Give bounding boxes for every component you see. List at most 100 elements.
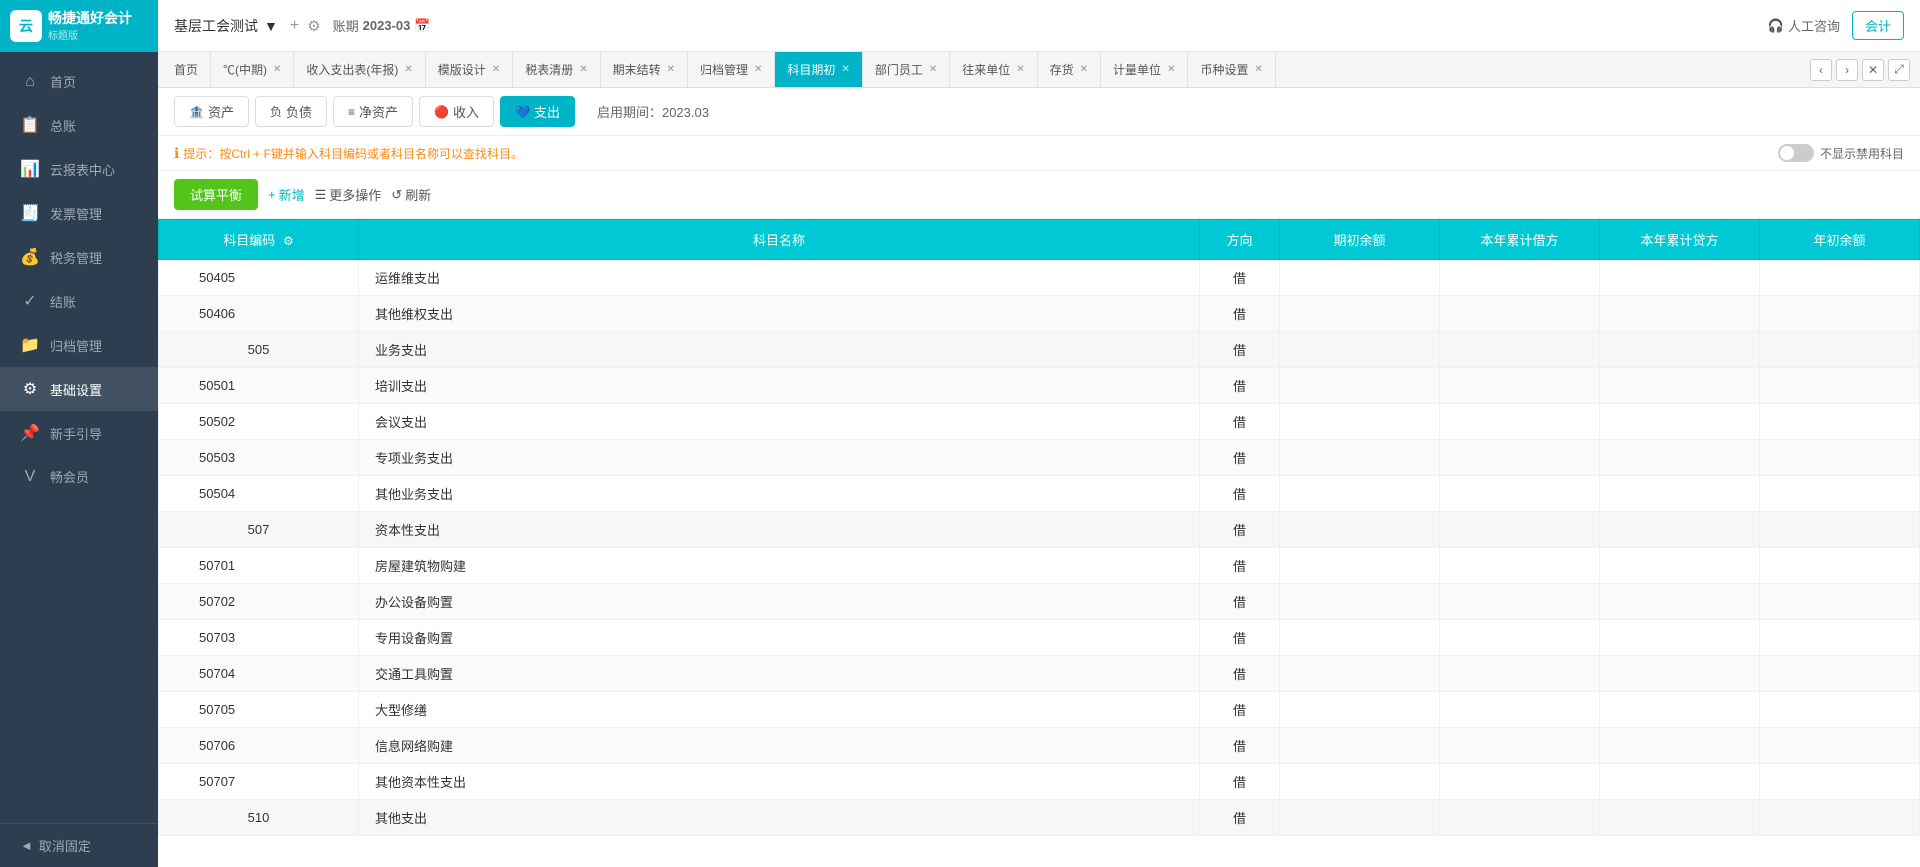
tab-next-btn[interactable]: › [1836, 59, 1858, 81]
table-row[interactable]: 50504其他业务支出借 [159, 476, 1920, 512]
sidebar-nav: ⌂首页📋总账📊云报表中心🧾发票管理💰税务管理✓结账📁归档管理⚙基础设置📌新手引导… [0, 52, 158, 823]
filter-tab-liability[interactable]: 负负债 [255, 96, 327, 127]
tab-dept[interactable]: 部门员工✕ [863, 52, 950, 88]
sidebar-item-guide[interactable]: 📌新手引导 [0, 411, 158, 455]
add-project-btn[interactable]: + [290, 17, 299, 35]
tab-currency[interactable]: 币种设置✕ [1188, 52, 1275, 88]
cell-name: 办公设备购置 [359, 584, 1200, 620]
table-row[interactable]: 50502会议支出借 [159, 404, 1920, 440]
th-col-3: 期初余额 [1280, 220, 1440, 260]
cell-name: 其他维权支出 [359, 296, 1200, 332]
tab-close-period[interactable]: ✕ [273, 64, 281, 75]
sidebar-item-archive[interactable]: 📁归档管理 [0, 323, 158, 367]
project-selector[interactable]: 基层工会测试 ▼ [174, 16, 278, 36]
table-row[interactable]: 50701房屋建筑物购建借 [159, 548, 1920, 584]
sidebar-item-tax[interactable]: 💰税务管理 [0, 235, 158, 279]
tab-home[interactable]: 首页 [162, 52, 211, 88]
tab-income[interactable]: 收入支出表(年报)✕ [294, 52, 425, 88]
tab-close-measure[interactable]: ✕ [1167, 64, 1175, 75]
tab-period[interactable]: ℃(中期)✕ [211, 52, 294, 88]
tab-label-measure: 计量单位 [1113, 61, 1161, 78]
table-row[interactable]: 510其他支出借 [159, 800, 1920, 836]
hint-icon: ℹ [174, 145, 179, 162]
table-row[interactable]: 505业务支出借 [159, 332, 1920, 368]
sidebar-item-settings[interactable]: ⚙基础设置 [0, 367, 158, 411]
sidebar-item-reports[interactable]: 📊云报表中心 [0, 147, 158, 191]
tab-subject[interactable]: 科目期初✕ [775, 52, 862, 88]
calendar-icon[interactable]: 📅 [414, 18, 430, 34]
cell-opening-balance [1280, 476, 1440, 512]
cell-code: 50704 [159, 656, 359, 692]
sidebar-item-settlement[interactable]: ✓结账 [0, 279, 158, 323]
cell-year-balance [1760, 260, 1920, 296]
tab-units[interactable]: 往来单位 ✕ [950, 52, 1037, 88]
tab-template[interactable]: 模版设计✕ [426, 52, 513, 88]
table-row[interactable]: 50706信息网络购建借 [159, 728, 1920, 764]
tab-close-template[interactable]: ✕ [492, 64, 500, 75]
logo-sub: 标题版 [48, 27, 132, 42]
cell-opening-balance [1280, 620, 1440, 656]
col-settings-icon[interactable]: ⚙ [283, 234, 294, 248]
filter-tab-asset[interactable]: 🏦资产 [174, 96, 249, 127]
tab-period_end[interactable]: 期末结转✕ [601, 52, 688, 88]
cell-opening-balance [1280, 440, 1440, 476]
tab-measure[interactable]: 计量单位 ✕ [1101, 52, 1188, 88]
cell-year-balance [1760, 332, 1920, 368]
tab-close-archive[interactable]: ✕ [754, 64, 762, 75]
cell-annual-credit [1600, 584, 1760, 620]
tab-close-income[interactable]: ✕ [404, 64, 412, 75]
filter-tab-income2[interactable]: 🔴收入 [419, 96, 494, 127]
cell-name: 信息网络购建 [359, 728, 1200, 764]
filter-tab-net_asset[interactable]: ≡净资产 [333, 96, 413, 127]
cell-opening-balance [1280, 260, 1440, 296]
more-label: 更多操作 [329, 185, 381, 204]
tab-close-units[interactable]: ✕ [1016, 64, 1024, 75]
refresh-btn[interactable]: ↺ 刷新 [391, 185, 431, 204]
tab-archive[interactable]: 归档管理✕ [688, 52, 775, 88]
tab-tax[interactable]: 税表清册✕ [513, 52, 600, 88]
consult-btn[interactable]: 🎧 人工咨询 [1768, 16, 1840, 35]
th-col-6: 年初余额 [1760, 220, 1920, 260]
tab-close-inventory[interactable]: ✕ [1080, 64, 1088, 75]
cell-code: 50702 [159, 584, 359, 620]
tab-close-period_end[interactable]: ✕ [667, 64, 675, 75]
table-row[interactable]: 50702办公设备购置借 [159, 584, 1920, 620]
tab-inventory[interactable]: 存货 ✕ [1038, 52, 1101, 88]
table-row[interactable]: 50705大型修缮借 [159, 692, 1920, 728]
tab-expand-btn[interactable]: ⤢ [1888, 59, 1910, 81]
tab-close-dept[interactable]: ✕ [929, 64, 937, 75]
tab-close-all-btn[interactable]: ✕ [1862, 59, 1884, 81]
cell-annual-credit [1600, 620, 1760, 656]
sidebar-item-member[interactable]: V畅会员 [0, 455, 158, 498]
cell-code: 50706 [159, 728, 359, 764]
sidebar-collapse-btn[interactable]: ◄ 取消固定 [0, 823, 158, 867]
account-btn[interactable]: 会计 [1852, 11, 1904, 40]
tab-close-currency[interactable]: ✕ [1254, 64, 1262, 75]
tab-label-inventory: 存货 [1050, 61, 1074, 78]
table-row[interactable]: 50707其他资本性支出借 [159, 764, 1920, 800]
sidebar-item-home[interactable]: ⌂首页 [0, 60, 158, 103]
cell-annual-debit [1440, 764, 1600, 800]
filter-tab-expenditure[interactable]: 💙支出 [500, 96, 575, 127]
table-row[interactable]: 50704交通工具购置借 [159, 656, 1920, 692]
tab-close-tax[interactable]: ✕ [579, 64, 587, 75]
add-btn[interactable]: + 新增 [268, 185, 305, 204]
cell-direction: 借 [1200, 368, 1280, 404]
balance-btn[interactable]: 试算平衡 [174, 179, 258, 210]
more-btn[interactable]: ☰ 更多操作 [315, 185, 382, 204]
tab-close-subject[interactable]: ✕ [841, 64, 849, 75]
disable-toggle[interactable] [1778, 144, 1814, 162]
table-row[interactable]: 50703专用设备购置借 [159, 620, 1920, 656]
tab-prev-btn[interactable]: ‹ [1810, 59, 1832, 81]
table-row[interactable]: 50501培训支出借 [159, 368, 1920, 404]
settings-icon[interactable]: ⚙ [307, 17, 320, 35]
sidebar-item-invoice[interactable]: 🧾发票管理 [0, 191, 158, 235]
cell-code: 50405 [159, 260, 359, 296]
table-row[interactable]: 50405运维维支出借 [159, 260, 1920, 296]
filter-tabs-row: 🏦资产负负债≡净资产🔴收入💙支出 启用期间：2023.03 [158, 88, 1920, 136]
table-row[interactable]: 50406其他维权支出借 [159, 296, 1920, 332]
tab-label-units: 往来单位 [962, 61, 1010, 78]
sidebar-item-ledger[interactable]: 📋总账 [0, 103, 158, 147]
table-row[interactable]: 50503专项业务支出借 [159, 440, 1920, 476]
table-row[interactable]: 507资本性支出借 [159, 512, 1920, 548]
